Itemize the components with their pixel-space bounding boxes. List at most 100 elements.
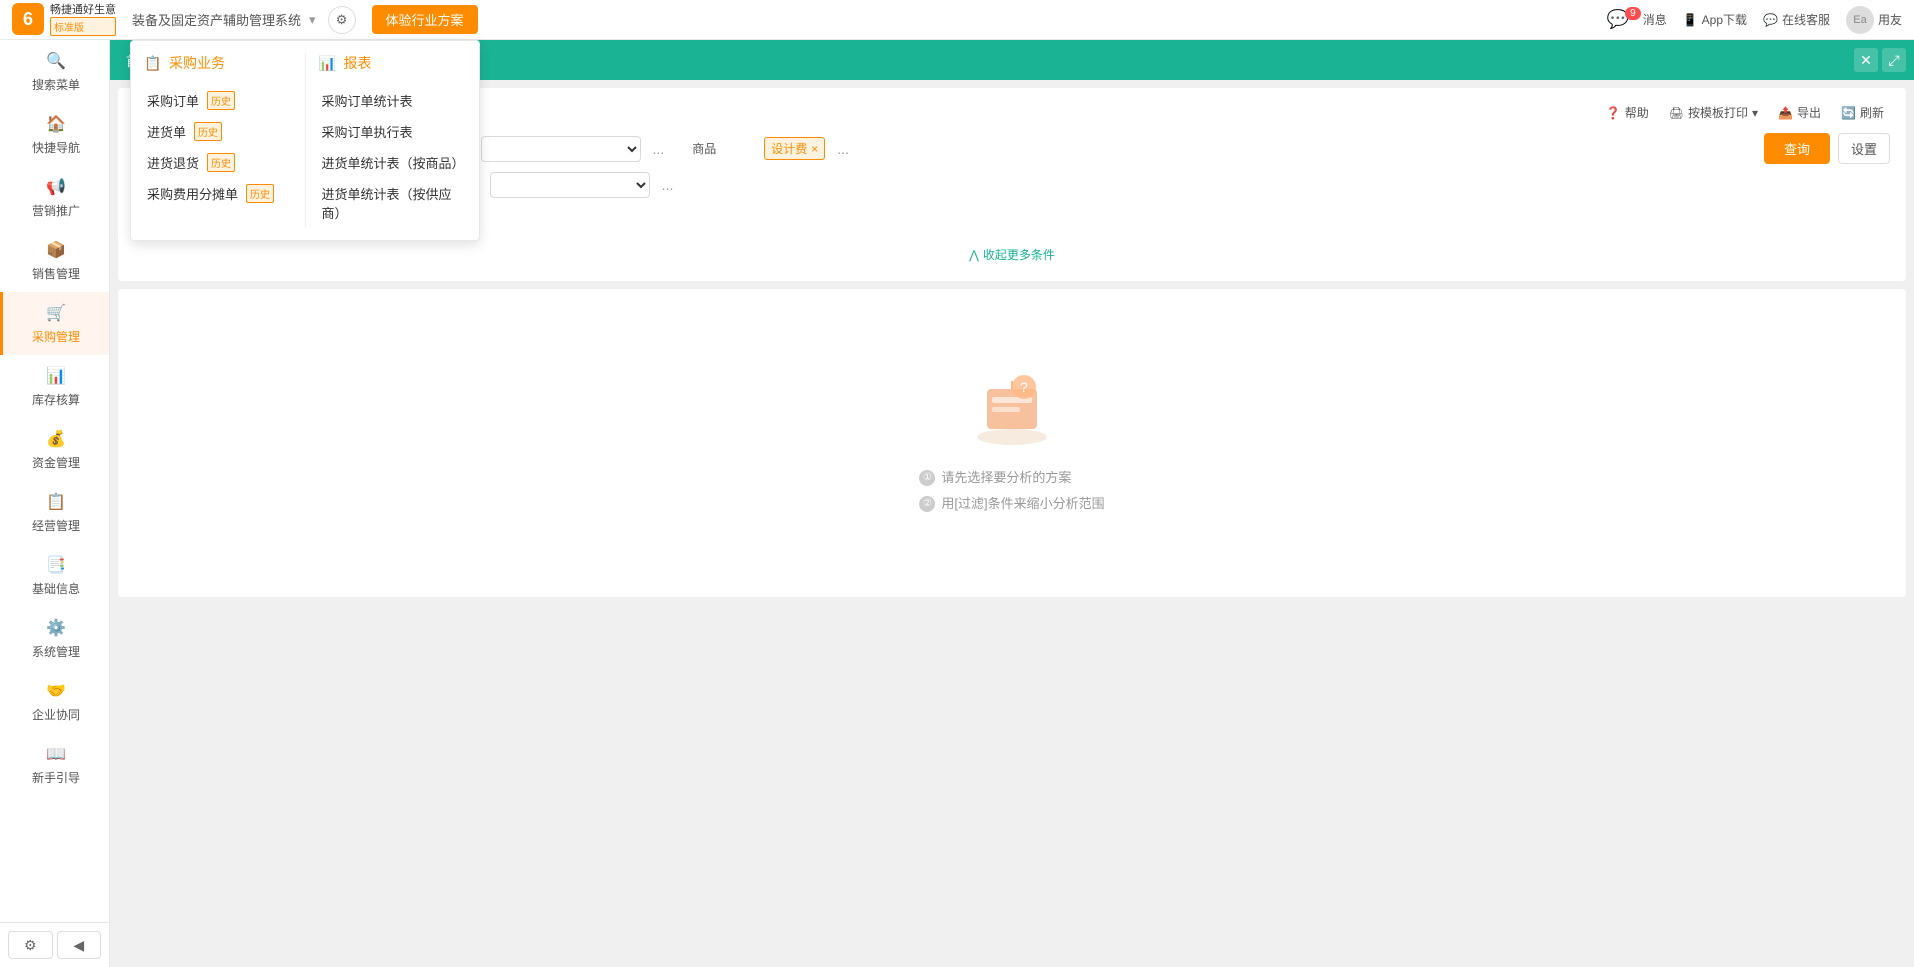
voucher-status-select[interactable] <box>481 136 641 162</box>
online-service-item[interactable]: 💬 在线客服 <box>1763 11 1830 28</box>
help-icon: ❓ <box>1606 106 1621 120</box>
purchase-icon: 🛒 <box>45 302 67 324</box>
industry-button[interactable]: 体验行业方案 <box>372 5 478 34</box>
dropdown-col-report: 📊 报表 采购订单统计表 采购订单执行表 进货单统计表（按商品） 进货单统计表（… <box>305 53 480 228</box>
report-col-icon: 📊 <box>318 53 338 73</box>
goods-return-badge: 历史 <box>207 153 235 172</box>
dropdown-item-goods-stats-by-goods[interactable]: 进货单统计表（按商品） <box>318 147 468 178</box>
sidebar-label-finance: 资金管理 <box>32 454 80 471</box>
sidebar-item-guide[interactable]: 📖 新手引导 <box>0 733 109 796</box>
system-icon: ⚙️ <box>45 617 67 639</box>
export-icon: 📤 <box>1778 106 1793 120</box>
message-label: 消息 <box>1643 11 1667 28</box>
salesperson-ellipsis[interactable]: ... <box>662 177 674 193</box>
collapse-label: 收起更多条件 <box>983 246 1055 263</box>
empty-illustration: ? <box>962 369 1062 449</box>
sidebar-item-purchase[interactable]: 🛒 采购管理 <box>0 292 109 355</box>
empty-tips: ① 请先选择要分析的方案 ② 用[过滤]条件来缩小分析范围 <box>919 465 1104 517</box>
dropdown-item-purchase-order[interactable]: 采购订单 历史 <box>143 85 293 116</box>
sidebar-item-finance[interactable]: 💰 资金管理 <box>0 418 109 481</box>
print-icon: 🖨 <box>1669 106 1684 120</box>
goods-tag-close-icon[interactable]: × <box>811 142 818 156</box>
user-area[interactable]: Ea 用友 <box>1846 6 1902 34</box>
logo-icon: 6 <box>12 3 44 35</box>
sidebar-label-system: 系统管理 <box>32 643 80 660</box>
goods-ellipsis[interactable]: ... <box>837 141 849 157</box>
dropdown-col-business: 📋 采购业务 采购订单 历史 进货单 历史 进货退货 历史 采购费用分摊单 <box>131 53 305 228</box>
goods-label: 商品 <box>692 140 752 157</box>
guide-icon: 📖 <box>45 743 67 765</box>
dropdown-col-title-business: 📋 采购业务 <box>143 53 293 77</box>
dropdown-item-purchase-order-stats[interactable]: 采购订单统计表 <box>318 85 468 116</box>
dropdown-item-purchase-cost[interactable]: 采购费用分摊单 历史 <box>143 178 293 209</box>
content-area: 首页 销售排行榜 × ✕ ⤢ ❓ 帮助 <box>110 40 1914 967</box>
toolbar-right: ❓ 帮助 🖨 按模板打印 ▾ 📤 导出 🔄 <box>1600 100 1890 125</box>
sidebar-collapse-button[interactable]: ◀ <box>57 931 102 959</box>
sidebar-label-sales: 销售管理 <box>32 265 80 282</box>
salesperson-select[interactable] <box>490 172 650 198</box>
dropdown-item-goods-stats-by-supplier[interactable]: 进货单统计表（按供应商） <box>318 178 468 228</box>
sidebar-settings-button[interactable]: ⚙ <box>8 931 53 959</box>
export-label: 导出 <box>1797 104 1821 121</box>
message-badge: 9 <box>1625 7 1641 20</box>
empty-tip-2: ② 用[过滤]条件来缩小分析范围 <box>919 491 1104 517</box>
sidebar-item-inventory[interactable]: 📊 库存核算 <box>0 355 109 418</box>
dropdown-col-title-report: 📊 报表 <box>318 53 468 77</box>
tab-expand-button[interactable]: ⤢ <box>1882 48 1906 72</box>
main-layout: 🔍 搜索菜单 🏠 快捷导航 📢 营销推广 📦 销售管理 🛒 采购管理 📊 库存核… <box>0 40 1914 967</box>
purchase-dropdown-menu: 📋 采购业务 采购订单 历史 进货单 历史 进货退货 历史 采购费用分摊单 <box>130 40 480 241</box>
system-title-area: 装备及固定资产辅助管理系统 ▾ ⚙ 体验行业方案 <box>132 5 1607 34</box>
app-download-item[interactable]: 📱 App下载 <box>1683 11 1747 28</box>
sidebar-label-quick-nav: 快捷导航 <box>32 139 80 156</box>
sidebar-item-basic-info[interactable]: 📑 基础信息 <box>0 544 109 607</box>
goods-tag: 设计费 × <box>764 137 825 160</box>
dropdown-item-purchase-order-exec[interactable]: 采购订单执行表 <box>318 116 468 147</box>
sidebar-item-search[interactable]: 🔍 搜索菜单 <box>0 40 109 103</box>
sidebar-label-enterprise: 企业协同 <box>32 706 80 723</box>
sidebar-item-operations[interactable]: 📋 经营管理 <box>0 481 109 544</box>
tip-num-2: ② <box>919 496 935 512</box>
tip-text-2: 用[过滤]条件来缩小分析范围 <box>941 491 1104 517</box>
enterprise-icon: 🤝 <box>45 680 67 702</box>
purchase-order-badge: 历史 <box>207 91 235 110</box>
mobile-icon: 📱 <box>1683 13 1698 27</box>
sidebar-label-operations: 经营管理 <box>32 517 80 534</box>
message-area[interactable]: 💬 9 消息 <box>1607 9 1667 30</box>
finance-icon: 💰 <box>45 428 67 450</box>
print-label: 按模板打印 <box>1688 104 1748 121</box>
print-dropdown-arrow[interactable]: ▾ <box>1752 106 1758 120</box>
sidebar-item-enterprise[interactable]: 🤝 企业协同 <box>0 670 109 733</box>
system-dropdown-arrow[interactable]: ▾ <box>309 12 316 28</box>
settings-button[interactable]: 设置 <box>1838 133 1890 164</box>
collapse-button[interactable]: ⋀ 收起更多条件 <box>963 240 1061 269</box>
purchase-order-label: 采购订单 <box>147 91 199 110</box>
collapse-arrow-icon: ⋀ <box>969 248 979 262</box>
sidebar-label-purchase: 采购管理 <box>32 328 80 345</box>
sidebar-item-marketing[interactable]: 📢 营销推广 <box>0 166 109 229</box>
avatar: Ea <box>1846 6 1874 34</box>
top-header: 6 畅捷通好生意 标准版 装备及固定资产辅助管理系统 ▾ ⚙ 体验行业方案 💬 … <box>0 0 1914 40</box>
online-service-label: 在线客服 <box>1782 11 1830 28</box>
search-icon: 🔍 <box>45 50 67 72</box>
goods-receipt-badge: 历史 <box>194 122 222 141</box>
system-title-text: 装备及固定资产辅助管理系统 <box>132 10 301 29</box>
help-button[interactable]: ❓ 帮助 <box>1600 100 1655 125</box>
goods-receipt-label: 进货单 <box>147 122 186 141</box>
export-button[interactable]: 📤 导出 <box>1772 100 1827 125</box>
tab-close-all-button[interactable]: ✕ <box>1854 48 1878 72</box>
dropdown-item-goods-return[interactable]: 进货退货 历史 <box>143 147 293 178</box>
sidebar-item-sales[interactable]: 📦 销售管理 <box>0 229 109 292</box>
search-button[interactable]: 查询 <box>1764 133 1830 164</box>
header-right: 💬 9 消息 📱 App下载 💬 在线客服 Ea 用友 <box>1607 6 1902 34</box>
sales-icon: 📦 <box>45 239 67 261</box>
refresh-button[interactable]: 🔄 刷新 <box>1835 100 1890 125</box>
dropdown-item-goods-receipt[interactable]: 进货单 历史 <box>143 116 293 147</box>
sidebar-item-system[interactable]: ⚙️ 系统管理 <box>0 607 109 670</box>
refresh-label: 刷新 <box>1860 104 1884 121</box>
print-button[interactable]: 🖨 按模板打印 ▾ <box>1663 100 1764 125</box>
goods-stats-by-supplier-label: 进货单统计表（按供应商） <box>322 184 464 222</box>
sidebar-item-quick-nav[interactable]: 🏠 快捷导航 <box>0 103 109 166</box>
voucher-status-ellipsis[interactable]: ... <box>653 141 665 157</box>
empty-state: ? ① 请先选择要分析的方案 ② 用[过滤]条件来缩小分析范围 <box>118 289 1906 597</box>
settings-gear-button[interactable]: ⚙ <box>328 6 356 34</box>
